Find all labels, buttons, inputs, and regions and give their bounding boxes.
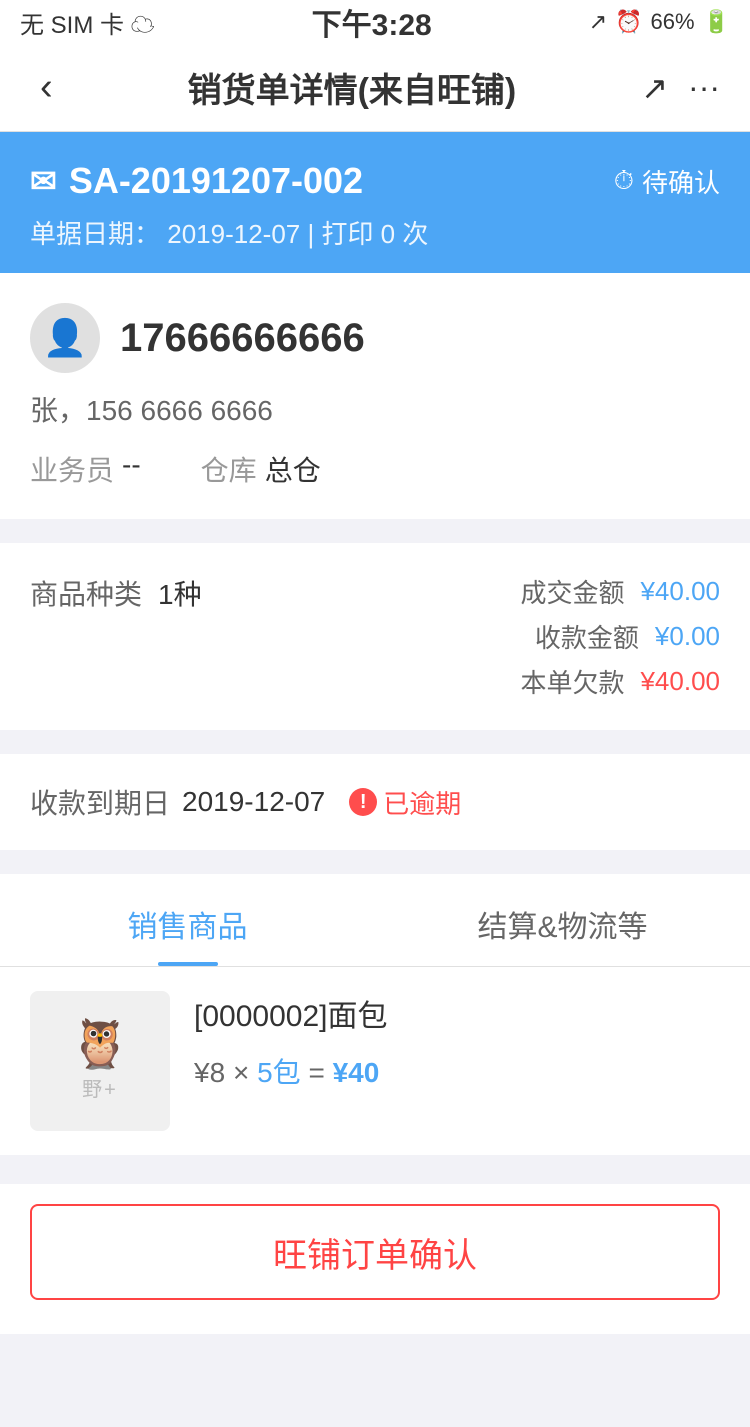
due-date-card: 收款到期日 2019-12-07 ! 已逾期	[0, 754, 750, 850]
warehouse-field: 仓库 总仓	[201, 449, 321, 489]
tabs: 销售商品 结算&物流等	[0, 874, 750, 967]
received-value: ¥0.00	[655, 621, 720, 652]
customer-meta: 业务员 -- 仓库 总仓	[30, 449, 720, 489]
product-type-value: 1种	[158, 573, 202, 613]
due-date-label: 收款到期日	[30, 782, 170, 822]
summary-card: 商品种类 1种 成交金额 ¥40.00 收款金额 ¥0.00 本单欠款 ¥40.…	[0, 543, 750, 730]
tab-sales-products-label: 销售商品	[128, 911, 248, 944]
location-icon: ↗	[589, 9, 607, 35]
warehouse-label: 仓库	[201, 449, 257, 489]
status-right: ↗ ⏰ 66% 🔋	[589, 9, 730, 35]
tab-settlement-label: 结算&物流等	[477, 911, 647, 944]
alarm-icon: ⏰	[615, 9, 642, 35]
bottom-bar: 旺铺订单确认	[0, 1184, 750, 1334]
product-logo-text: 野+	[82, 1073, 118, 1102]
status-bar: 无 SIM 卡 ☁ 下午3:28 ↗ ⏰ 66% 🔋	[0, 0, 750, 44]
customer-top: 👤 17666666666	[30, 303, 720, 373]
status-time: 下午3:28	[312, 0, 432, 44]
order-header: ✉ SA-20191207-002 ⏱ 待确认 单据日期： 2019-12-07…	[0, 132, 750, 273]
product-total: ¥40	[333, 1057, 380, 1088]
separator-2	[0, 742, 750, 754]
overdue-text: 已逾期	[383, 784, 461, 821]
salesperson-label: 业务员	[30, 449, 114, 489]
debt-row: 本单欠款 ¥40.00	[520, 663, 720, 700]
status-left: 无 SIM 卡 ☁	[20, 5, 155, 40]
nav-actions: ↗ ···	[641, 69, 720, 107]
product-multiply-sign: ×	[233, 1057, 257, 1088]
share-button[interactable]: ↗	[641, 69, 668, 107]
product-name: [0000002]面包	[194, 991, 720, 1035]
nav-bar: ‹ 销货单详情(来自旺铺) ↗ ···	[0, 44, 750, 132]
debt-label: 本单欠款	[520, 663, 624, 700]
confirm-order-button[interactable]: 旺铺订单确认	[30, 1204, 720, 1300]
salesperson-value: --	[122, 449, 141, 489]
order-date: 单据日期： 2019-12-07 | 打印 0 次	[30, 214, 720, 251]
avatar-icon: 👤	[43, 317, 88, 359]
amounts-section: 成交金额 ¥40.00 收款金额 ¥0.00 本单欠款 ¥40.00	[520, 573, 720, 700]
order-print-info: | 打印 0 次	[307, 219, 428, 249]
order-icon: ✉	[30, 162, 57, 200]
product-logo-owl: 🦉	[70, 1021, 130, 1069]
battery-icon: 🔋	[703, 9, 730, 35]
customer-card: 👤 17666666666 张，156 6666 6666 业务员 -- 仓库 …	[0, 273, 750, 519]
sim-status: 无 SIM 卡 ☁	[20, 5, 155, 40]
order-status: ⏱ 待确认	[614, 163, 720, 200]
status-clock-icon: ⏱	[614, 165, 634, 197]
amount-label: 成交金额	[520, 573, 624, 610]
amount-value: ¥40.00	[640, 576, 720, 607]
product-equals-sign: =	[308, 1057, 332, 1088]
battery-status: 66%	[651, 9, 695, 35]
product-type-field: 商品种类 1种	[30, 573, 202, 613]
customer-name: 张，156 6666 6666	[30, 389, 720, 429]
order-date-label: 单据日期：	[30, 219, 160, 249]
order-id-text: SA-20191207-002	[69, 160, 363, 202]
page-title: 销货单详情(来自旺铺)	[188, 63, 517, 112]
more-button[interactable]: ···	[688, 69, 720, 106]
order-date-value: 2019-12-07	[167, 219, 300, 249]
salesperson-field: 业务员 --	[30, 449, 141, 489]
tabs-container: 销售商品 结算&物流等 🦉 野+ [0000002]面包 ¥8 × 5包 = ¥…	[0, 874, 750, 1155]
customer-phone: 17666666666	[120, 316, 365, 361]
product-image: 🦉 野+	[30, 991, 170, 1131]
separator-3	[0, 862, 750, 874]
received-label: 收款金额	[535, 618, 639, 655]
debt-value: ¥40.00	[640, 666, 720, 697]
overdue-badge: ! 已逾期	[349, 784, 461, 821]
order-header-top: ✉ SA-20191207-002 ⏱ 待确认	[30, 160, 720, 202]
product-type-label: 商品种类	[30, 573, 142, 613]
received-row: 收款金额 ¥0.00	[535, 618, 720, 655]
product-image-inner: 🦉 野+	[70, 1021, 130, 1102]
product-price: ¥8 × 5包 = ¥40	[194, 1051, 720, 1091]
customer-avatar: 👤	[30, 303, 100, 373]
product-item: 🦉 野+ [0000002]面包 ¥8 × 5包 = ¥40	[0, 967, 750, 1155]
tab-sales-products[interactable]: 销售商品	[0, 874, 375, 966]
back-button[interactable]: ‹	[30, 56, 63, 119]
order-id: ✉ SA-20191207-002	[30, 160, 363, 202]
order-status-text: 待确认	[642, 163, 720, 200]
tab-settlement[interactable]: 结算&物流等	[375, 874, 750, 966]
amount-row: 成交金额 ¥40.00	[520, 573, 720, 610]
overdue-icon: !	[349, 788, 377, 816]
warehouse-value: 总仓	[265, 449, 321, 489]
due-date-value: 2019-12-07	[182, 786, 325, 818]
product-info: [0000002]面包 ¥8 × 5包 = ¥40	[194, 991, 720, 1091]
product-unit-price: ¥8	[194, 1057, 225, 1088]
separator-1	[0, 531, 750, 543]
product-quantity: 5包	[257, 1057, 301, 1088]
